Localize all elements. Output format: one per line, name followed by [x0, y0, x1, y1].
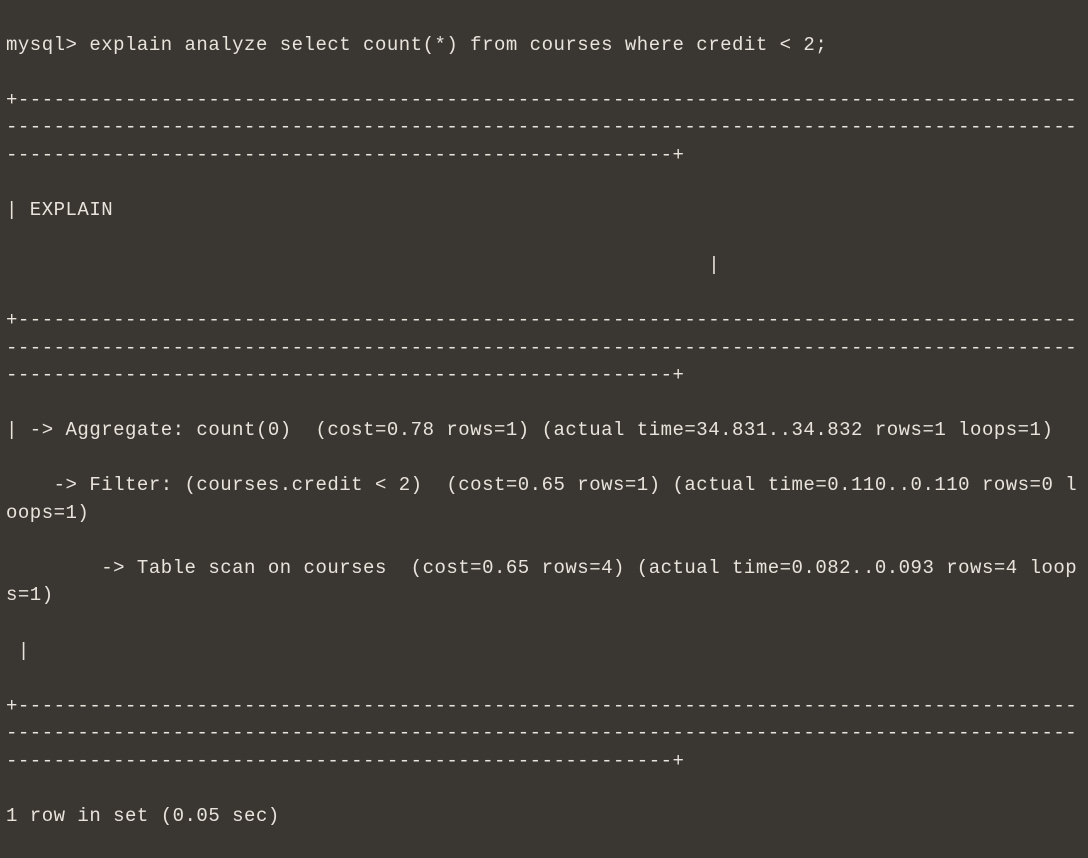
table-header-end: |: [6, 252, 1082, 280]
table-border-top: +---------------------------------------…: [6, 87, 1082, 170]
sql-prompt-line: mysql> explain analyze select count(*) f…: [6, 32, 1082, 60]
result-summary: 1 row in set (0.05 sec): [6, 803, 1082, 831]
explain-plan-aggregate: | -> Aggregate: count(0) (cost=0.78 rows…: [6, 417, 1082, 445]
table-border-mid: +---------------------------------------…: [6, 307, 1082, 390]
table-header: | EXPLAIN: [6, 197, 1082, 225]
explain-plan-tablescan: -> Table scan on courses (cost=0.65 rows…: [6, 555, 1082, 610]
explain-plan-filter: -> Filter: (courses.credit < 2) (cost=0.…: [6, 472, 1082, 527]
table-border-bottom: +---------------------------------------…: [6, 693, 1082, 776]
explain-plan-end: |: [6, 638, 1082, 666]
terminal-output: mysql> explain analyze select count(*) f…: [6, 4, 1082, 858]
